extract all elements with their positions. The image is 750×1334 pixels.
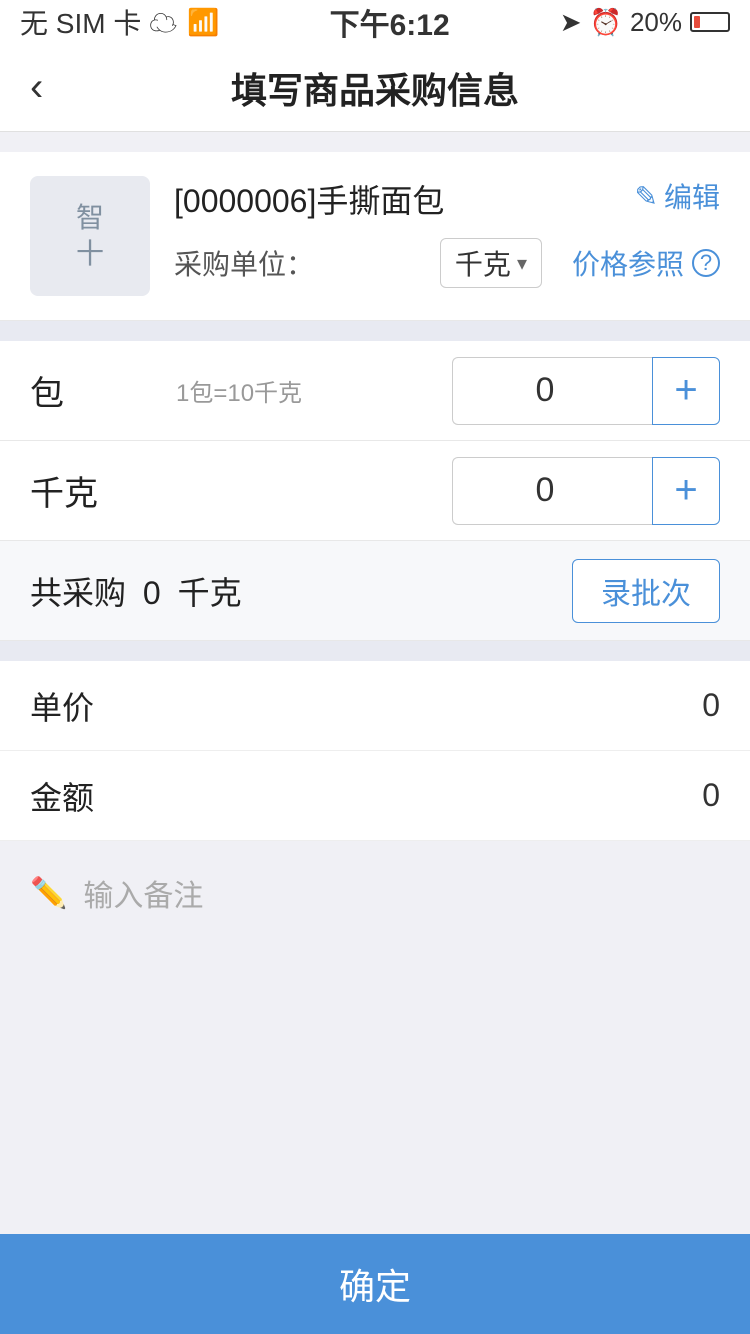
edit-icon: ✎ <box>635 180 658 213</box>
alarm-icon: ⏰ <box>590 7 622 38</box>
location-icon: ➤ <box>560 7 582 38</box>
product-card: 智 十 [0000006]手撕面包 ✎ 编辑 采购单位： 千克 ▾ 价格参照 ? <box>0 152 750 321</box>
note-placeholder: 输入备注 <box>83 871 203 915</box>
sim-status: 无 SIM 卡 ☁ <box>20 2 177 42</box>
unit-label: 采购单位： <box>174 243 314 283</box>
total-unit: 千克 <box>178 575 242 611</box>
separator-1 <box>0 321 750 341</box>
battery-icon <box>690 12 730 32</box>
note-section[interactable]: ✏️ 输入备注 <box>0 841 750 945</box>
nav-bar: ‹ 填写商品采购信息 <box>0 44 750 132</box>
bag-quantity-input[interactable] <box>452 357 652 425</box>
kg-plus-button[interactable]: + <box>652 457 720 525</box>
price-ref-label: 价格参照 <box>572 243 684 283</box>
bag-input-right: + <box>452 357 720 425</box>
status-time: 下午6:12 <box>330 0 450 44</box>
total-prefix: 共采购 <box>30 575 126 611</box>
total-row: 共采购 0 千克 录批次 <box>0 541 750 641</box>
bag-input-row: 包 1包=10千克 + <box>0 341 750 441</box>
bottom-btn-wrap: 确定 <box>0 1234 750 1334</box>
kg-input-right: + <box>452 457 720 525</box>
edit-label: 编辑 <box>664 176 720 216</box>
product-image: 智 十 <box>30 176 150 296</box>
amount-row: 金额 0 <box>0 751 750 841</box>
price-ref-button[interactable]: 价格参照 ? <box>572 243 720 283</box>
back-button[interactable]: ‹ <box>30 65 63 110</box>
price-label: 单价 <box>30 683 94 729</box>
price-value: 0 <box>702 687 720 724</box>
separator-2 <box>0 641 750 661</box>
total-amount: 0 <box>143 575 161 611</box>
unit-select[interactable]: 千克 ▾ <box>440 238 542 288</box>
price-row: 单价 0 <box>0 661 750 751</box>
amount-value: 0 <box>702 777 720 814</box>
unit-value: 千克 <box>455 243 511 283</box>
bag-sublabel: 1包=10千克 <box>176 373 302 408</box>
status-left: 无 SIM 卡 ☁ 📶 <box>20 2 220 42</box>
status-bar: 无 SIM 卡 ☁ 📶 下午6:12 ➤ ⏰ 20% <box>0 0 750 44</box>
wifi-icon: 📶 <box>187 7 219 38</box>
edit-button[interactable]: ✎ 编辑 <box>635 176 720 216</box>
kg-input-row: 千克 + <box>0 441 750 541</box>
amount-label: 金额 <box>30 773 94 819</box>
product-name: [0000006]手撕面包 <box>174 176 444 222</box>
status-right: ➤ ⏰ 20% <box>560 7 730 38</box>
product-info: [0000006]手撕面包 ✎ 编辑 采购单位： 千克 ▾ 价格参照 ? <box>174 176 720 288</box>
bag-plus-button[interactable]: + <box>652 357 720 425</box>
kg-label: 千克 <box>30 466 170 515</box>
unit-row: 采购单位： 千克 ▾ 价格参照 ? <box>174 238 720 288</box>
kg-quantity-input[interactable] <box>452 457 652 525</box>
battery-percent: 20% <box>630 7 682 38</box>
pencil-icon: ✏️ <box>30 876 67 911</box>
product-name-row: [0000006]手撕面包 ✎ 编辑 <box>174 176 720 222</box>
main-content <box>0 945 750 1245</box>
chevron-down-icon: ▾ <box>517 251 527 276</box>
page-title: 填写商品采购信息 <box>231 62 519 114</box>
bag-label: 包 <box>30 366 170 415</box>
total-text: 共采购 0 千克 <box>30 568 242 614</box>
batch-button[interactable]: 录批次 <box>572 559 720 623</box>
info-icon: ? <box>692 249 720 277</box>
product-logo: 智 十 <box>76 200 104 273</box>
confirm-button[interactable]: 确定 <box>0 1234 750 1334</box>
